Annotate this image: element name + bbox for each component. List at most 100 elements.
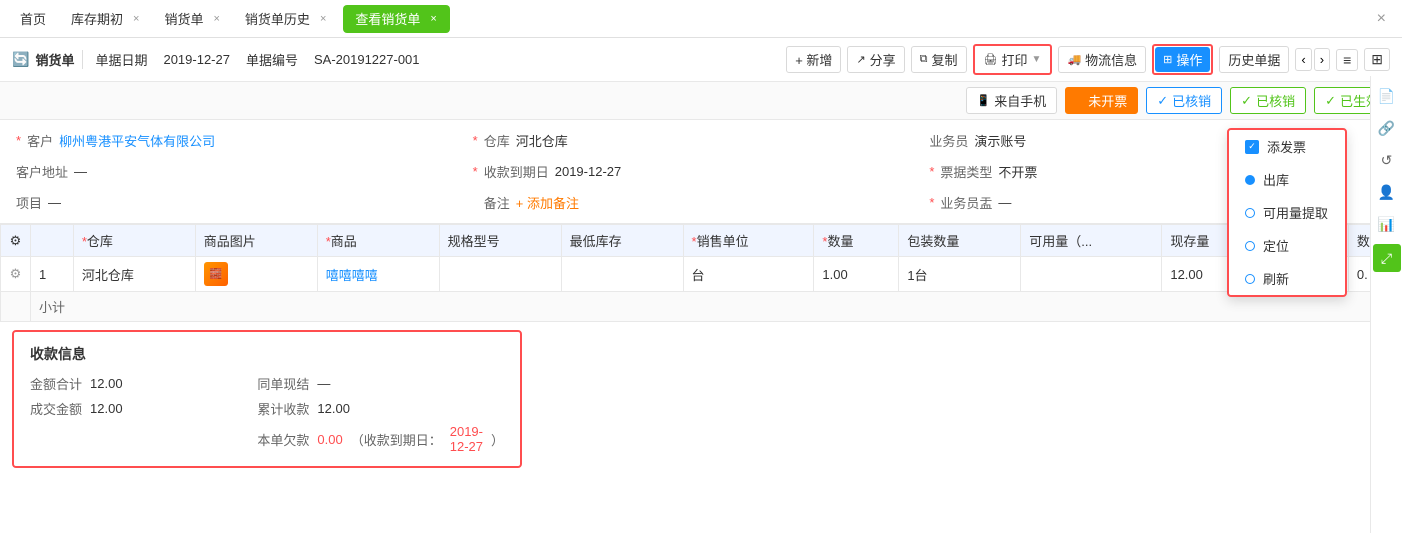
deal-amount-value: 12.00 <box>90 401 123 416</box>
tab-view-sales-order[interactable]: 查看销货单 × <box>343 5 449 33</box>
row-warehouse: 河北仓库 <box>73 257 195 292</box>
locate-icon <box>1245 241 1255 251</box>
close-tab-inventory[interactable]: × <box>133 13 139 25</box>
bottom-area: 收款信息 金额合计 12.00 同单现结 — 成交金额 12.00 累计收款 1… <box>0 322 1402 484</box>
grid-view-button[interactable]: ≡ <box>1336 49 1358 71</box>
col-settings[interactable]: ⚙ <box>1 225 31 257</box>
add-invoice-icon: ✓ <box>1245 140 1259 154</box>
copy-button[interactable]: ⧉ 复制 <box>911 46 967 73</box>
sidebar-link-icon[interactable]: 🔗 <box>1375 116 1399 140</box>
close-tab-history[interactable]: × <box>320 13 326 25</box>
dropdown-add-invoice[interactable]: ✓ 添发票 <box>1229 130 1345 163</box>
payment-date-field: * 收款到期日 2019-12-27 <box>473 159 930 184</box>
doc-toolbar: 🔄 销货单 单据日期 2019-12-27 单据编号 SA-20191227-0… <box>0 38 1402 82</box>
next-button[interactable]: › <box>1314 48 1330 71</box>
doc-meta: 单据日期 2019-12-27 单据编号 SA-20191227-001 <box>95 50 419 69</box>
col-seq <box>31 225 74 257</box>
row-product[interactable]: 嘻嘻嘻嘻 <box>317 257 439 292</box>
effect-check-icon: ✓ <box>1325 93 1336 109</box>
col-warehouse: *仓库 <box>73 225 195 257</box>
total-amount-item: 金额合计 12.00 <box>30 374 241 393</box>
window-close-button[interactable]: × <box>1369 10 1394 28</box>
dropdown-locate[interactable]: 定位 <box>1229 229 1345 262</box>
verified-button[interactable]: ✓ 已核销 <box>1146 87 1222 114</box>
new-button[interactable]: + 新增 <box>786 46 841 73</box>
check-icon: ✓ <box>1157 93 1168 109</box>
salesperson-value: 演示账号 <box>974 131 1026 150</box>
refresh-icon <box>1245 274 1255 284</box>
cumulative-value: 12.00 <box>317 401 350 416</box>
history-button[interactable]: 历史单据 <box>1219 46 1289 73</box>
row-available <box>1021 257 1162 292</box>
operation-button-group: ⊞ 操作 <box>1152 44 1213 75</box>
dropdown-available-qty[interactable]: 可用量提取 <box>1229 196 1345 229</box>
sidebar-user-icon[interactable]: 👤 <box>1375 180 1399 204</box>
table-row: ⚙ 1 河北仓库 🧱 嘻嘻嘻嘻 台 1.00 1台 12.00 12.00 0. <box>1 257 1402 292</box>
ticket-type-value: 不开票 <box>998 162 1037 181</box>
list-view-button[interactable]: ⊞ <box>1364 48 1390 71</box>
outbound-icon <box>1245 175 1255 185</box>
tab-home[interactable]: 首页 <box>8 0 59 38</box>
col-pack-qty: 包装数量 <box>899 225 1021 257</box>
payment-section: 收款信息 金额合计 12.00 同单现结 — 成交金额 12.00 累计收款 1… <box>12 330 522 468</box>
close-tab-sales[interactable]: × <box>213 13 219 25</box>
right-sidebar: 📄 🔗 ↺ 👤 📊 ⤢ <box>1370 76 1402 533</box>
sold-status-button[interactable]: ✓ 已核销 <box>1230 87 1306 114</box>
note-field: * 备注 + 添加备注 <box>473 190 930 215</box>
logistics-button[interactable]: 🚚 物流信息 <box>1058 46 1146 73</box>
add-note-button[interactable]: + 添加备注 <box>516 193 579 212</box>
available-qty-icon <box>1245 208 1255 218</box>
arrears-value: 0.00 <box>317 432 342 447</box>
col-model: 规格型号 <box>439 225 561 257</box>
prev-button[interactable]: ‹ <box>1295 48 1311 71</box>
row-image: 🧱 <box>195 257 317 292</box>
tab-inventory-init[interactable]: 库存期初 × <box>59 0 152 38</box>
date-value: 2019-12-27 <box>163 52 230 67</box>
doc-icon: 🔄 <box>12 51 29 68</box>
number-label: 单据编号 <box>246 50 298 69</box>
total-value: 12.00 <box>90 376 123 391</box>
share-button[interactable]: ↗ 分享 <box>847 46 904 73</box>
subtotal-row: 小计 <box>1 292 1402 322</box>
close-tab-view[interactable]: × <box>430 13 436 25</box>
action-bar: 📱 来自手机 未开票 ✓ 已核销 ✓ 已核销 ✓ 已生效 <box>0 82 1402 120</box>
sidebar-chart-icon[interactable]: 📊 <box>1375 212 1399 236</box>
col-min-stock: 最低库存 <box>561 225 683 257</box>
row-pack-qty: 1台 <box>899 257 1021 292</box>
employee-value: — <box>998 195 1011 210</box>
customer-value[interactable]: 柳州粤港平安气体有限公司 <box>59 131 215 150</box>
dropdown-refresh[interactable]: 刷新 <box>1229 262 1345 295</box>
due-date-value: 2019-12-27 <box>450 424 483 454</box>
subtotal-settings <box>1 292 31 322</box>
row-seq: 1 <box>31 257 74 292</box>
invoice-status-button[interactable]: 未开票 <box>1065 87 1138 114</box>
sidebar-rotate-icon[interactable]: ↺ <box>1375 148 1399 172</box>
row-quantity: 1.00 <box>814 257 899 292</box>
dropdown-outbound[interactable]: 出库 <box>1229 163 1345 196</box>
tab-sales-order[interactable]: 销货单 × <box>152 0 232 38</box>
doc-title: 🔄 销货单 <box>12 50 83 69</box>
warehouse-field: * 仓库 河北仓库 <box>473 128 930 153</box>
product-table: ⚙ *仓库 商品图片 *商品 规格型号 最低库存 *销售单位 *数量 包装数量 … <box>0 224 1402 322</box>
sidebar-doc-icon[interactable]: 📄 <box>1375 84 1399 108</box>
main-content: 🔄 销货单 单据日期 2019-12-27 单据编号 SA-20191227-0… <box>0 38 1402 533</box>
row-settings[interactable]: ⚙ <box>1 257 31 292</box>
toolbar-right: + 新增 ↗ 分享 ⧉ 复制 🖨 打印 ▼ 🚚 物流信息 <box>786 44 1390 75</box>
from-phone-button[interactable]: 📱 来自手机 <box>966 87 1058 114</box>
customer-field: * 客户 柳州粤港平安气体有限公司 <box>16 128 473 153</box>
print-button[interactable]: 🖨 打印 ▼ <box>976 47 1050 72</box>
operation-button[interactable]: ⊞ 操作 <box>1155 47 1210 72</box>
col-unit: *销售单位 <box>683 225 814 257</box>
payment-date-value: 2019-12-27 <box>555 164 622 179</box>
col-quantity: *数量 <box>814 225 899 257</box>
sidebar-expand-icon[interactable]: ⤢ <box>1373 244 1401 272</box>
deal-amount-item: 成交金额 12.00 <box>30 399 241 418</box>
arrears-item: 本单欠款 0.00 （收款到期日： 2019-12-27 ） <box>257 424 504 454</box>
row-min-stock <box>561 257 683 292</box>
product-image: 🧱 <box>204 262 228 286</box>
payment-grid: 金额合计 12.00 同单现结 — 成交金额 12.00 累计收款 12.00 … <box>30 374 504 454</box>
payment-title: 收款信息 <box>30 344 504 364</box>
doc-title-text: 销货单 <box>35 50 74 69</box>
tab-sales-history[interactable]: 销货单历史 × <box>233 0 339 38</box>
status-dot-orange <box>1076 97 1084 105</box>
